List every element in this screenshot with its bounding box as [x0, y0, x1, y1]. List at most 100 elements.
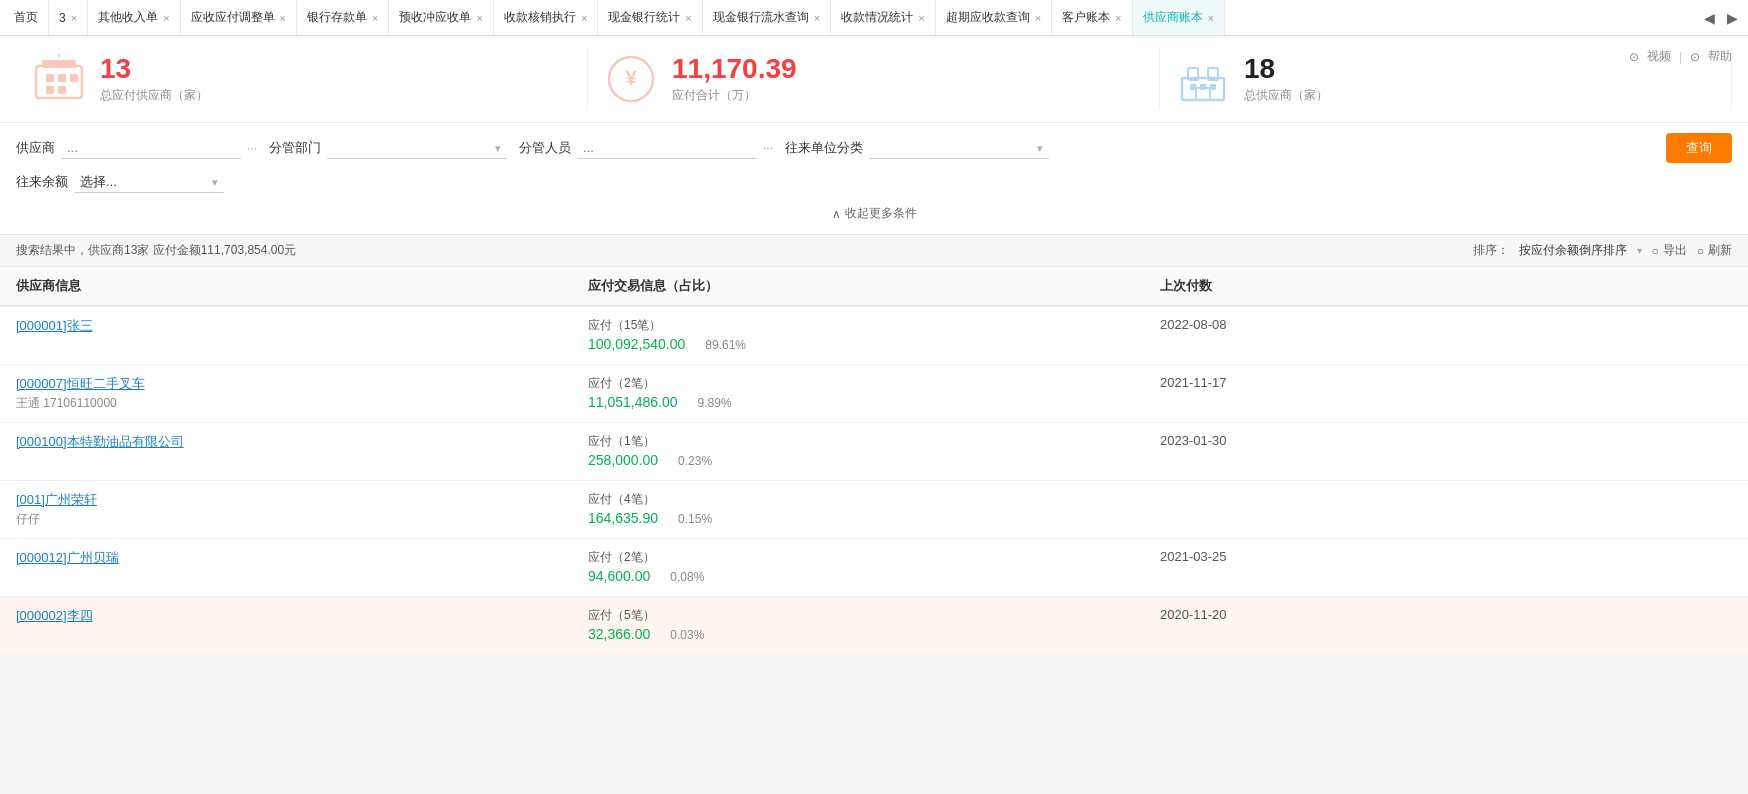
- filter-category: 往来单位分类: [785, 137, 1049, 159]
- svg-rect-2: [46, 74, 54, 82]
- tx-cell-4: 应付（2笔） 94,600.00 0.08%: [588, 549, 1160, 584]
- total-payable-label: 应付合计（万）: [672, 87, 797, 104]
- close-tab-collection-stat[interactable]: ×: [918, 12, 924, 24]
- total-supplier-icon: [1176, 52, 1230, 106]
- help-icon: ⊙: [1690, 50, 1700, 64]
- nav-arrow-right[interactable]: ▶: [1721, 0, 1744, 36]
- tx-amount-2[interactable]: 258,000.00: [588, 452, 658, 468]
- close-tab-bank-deposit[interactable]: ×: [372, 12, 378, 24]
- query-button[interactable]: 查询: [1666, 133, 1732, 163]
- supplier-link-5[interactable]: [000002]李四: [16, 608, 93, 623]
- close-tab-payable-adjust[interactable]: ×: [280, 12, 286, 24]
- filter-balance: 往来余额 选择...: [16, 171, 224, 193]
- nav-tab-supplier-account[interactable]: 供应商账本×: [1133, 0, 1225, 36]
- supplier-link-4[interactable]: [000012]广州贝瑞: [16, 550, 119, 565]
- supplier-cell-4: [000012]广州贝瑞: [16, 549, 588, 567]
- col-tx-info: 应付交易信息（占比）: [588, 277, 1160, 295]
- tx-percent-2: 0.23%: [678, 454, 712, 468]
- supplier-more-icon[interactable]: ···: [247, 141, 257, 155]
- close-tab-other-income[interactable]: ×: [163, 12, 169, 24]
- last-pay-4: 2021-03-25: [1160, 549, 1732, 564]
- col-supplier-info: 供应商信息: [16, 277, 588, 295]
- payable-suppliers-label: 总应付供应商（家）: [100, 87, 208, 104]
- tx-amount-0[interactable]: 100,092,540.00: [588, 336, 685, 352]
- tx-amount-3[interactable]: 164,635.90: [588, 510, 658, 526]
- last-pay-1: 2021-11-17: [1160, 375, 1732, 390]
- video-link[interactable]: 视频: [1647, 48, 1671, 65]
- person-more-icon[interactable]: ···: [763, 141, 773, 155]
- supplier-link-0[interactable]: [000001]张三: [16, 318, 93, 333]
- tx-amount-4[interactable]: 94,600.00: [588, 568, 650, 584]
- supplier-cell-0: [000001]张三: [16, 317, 588, 335]
- close-tab-cash-bank-flow[interactable]: ×: [814, 12, 820, 24]
- close-tab-customer-account[interactable]: ×: [1115, 12, 1121, 24]
- summary-area: ¥ 13 总应付供应商（家） ¥ 11,170.39 应付合计（万）: [0, 36, 1748, 123]
- video-icon: ⊙: [1629, 50, 1639, 64]
- close-tab-collection-exec[interactable]: ×: [581, 12, 587, 24]
- dept-filter-select[interactable]: [327, 137, 507, 159]
- refresh-icon: ○: [1697, 244, 1704, 258]
- supplier-link-2[interactable]: [000100]本特勤油品有限公司: [16, 434, 184, 449]
- tx-percent-4: 0.08%: [670, 570, 704, 584]
- export-icon: ○: [1652, 244, 1659, 258]
- dept-filter-label: 分管部门: [269, 139, 321, 157]
- summary-card-payable-suppliers: ¥ 13 总应付供应商（家）: [16, 48, 588, 110]
- col-last-pay: 上次付数: [1160, 277, 1732, 295]
- svg-text:¥: ¥: [625, 67, 637, 89]
- table-row: [001]广州荣轩仔仔应付（4笔） 164,635.90 0.15%: [0, 481, 1748, 539]
- tx-percent-5: 0.03%: [670, 628, 704, 642]
- nav-arrow-left[interactable]: ◀: [1698, 0, 1721, 36]
- export-btn[interactable]: ○ 导出: [1652, 242, 1687, 259]
- nav-tab-collection-exec[interactable]: 收款核销执行×: [494, 0, 598, 36]
- category-filter-select[interactable]: [869, 137, 1049, 159]
- refresh-btn[interactable]: ○ 刷新: [1697, 242, 1732, 259]
- balance-filter-select[interactable]: 选择...: [74, 171, 224, 193]
- supplier-filter-input[interactable]: [61, 137, 241, 159]
- help-link[interactable]: 帮助: [1708, 48, 1732, 65]
- nav-tab-cash-bank-flow[interactable]: 现金银行流水查询×: [703, 0, 831, 36]
- close-tab-supplier-account[interactable]: ×: [1208, 12, 1214, 24]
- tx-percent-3: 0.15%: [678, 512, 712, 526]
- sort-value[interactable]: 按应付余额倒序排序: [1519, 242, 1627, 259]
- nav-tab-advance-write-off[interactable]: 预收冲应收单×: [389, 0, 493, 36]
- close-tab-advance-write-off[interactable]: ×: [476, 12, 482, 24]
- last-pay-5: 2020-11-20: [1160, 607, 1732, 622]
- tx-amount-1[interactable]: 11,051,486.00: [588, 394, 678, 410]
- supplier-link-3[interactable]: [001]广州荣轩: [16, 492, 97, 507]
- filter-person: 分管人员 ···: [519, 137, 773, 159]
- nav-tab-tab3[interactable]: 3×: [49, 0, 88, 36]
- close-tab-cash-bank-stat[interactable]: ×: [685, 12, 691, 24]
- tx-cell-5: 应付（5笔） 32,366.00 0.03%: [588, 607, 1160, 642]
- dept-select-wrap: [327, 137, 507, 159]
- result-text: 搜索结果中，供应商13家 应付金额111,703,854.00元: [16, 242, 296, 259]
- table-header: 供应商信息 应付交易信息（占比） 上次付数: [0, 267, 1748, 307]
- top-navigation: 首页3×其他收入单×应收应付调整单×银行存款单×预收冲应收单×收款核销执行×现金…: [0, 0, 1748, 36]
- tx-label-5: 应付（5笔）: [588, 607, 1160, 624]
- tx-label-4: 应付（2笔）: [588, 549, 1160, 566]
- refresh-label: 刷新: [1708, 242, 1732, 259]
- tx-amount-5[interactable]: 32,366.00: [588, 626, 650, 642]
- close-tab-tab3[interactable]: ×: [71, 12, 77, 24]
- person-filter-input[interactable]: [577, 137, 757, 159]
- nav-tab-collection-stat[interactable]: 收款情况统计×: [831, 0, 935, 36]
- nav-tab-overdue-query[interactable]: 超期应收款查询×: [936, 0, 1052, 36]
- nav-tab-payable-adjust[interactable]: 应收应付调整单×: [181, 0, 297, 36]
- svg-rect-1: [42, 60, 76, 68]
- nav-tab-home[interactable]: 首页: [4, 0, 49, 36]
- collapse-filter-btn[interactable]: ∧ 收起更多条件: [16, 201, 1732, 230]
- nav-tab-bank-deposit[interactable]: 银行存款单×: [297, 0, 389, 36]
- supplier-link-1[interactable]: [000007]恒旺二手叉车: [16, 376, 145, 391]
- close-tab-overdue-query[interactable]: ×: [1035, 12, 1041, 24]
- total-suppliers-num: 18: [1244, 54, 1328, 85]
- supplier-sub-1: 王通 17106110000: [16, 395, 588, 412]
- nav-tab-cash-bank-stat[interactable]: 现金银行统计×: [598, 0, 702, 36]
- tx-label-2: 应付（1笔）: [588, 433, 1160, 450]
- nav-tab-other-income[interactable]: 其他收入单×: [88, 0, 180, 36]
- balance-filter-label: 往来余额: [16, 173, 68, 191]
- nav-tab-customer-account[interactable]: 客户账本×: [1052, 0, 1132, 36]
- payable-suppliers-text: 13 总应付供应商（家）: [100, 54, 208, 104]
- supplier-sub-3: 仔仔: [16, 511, 588, 528]
- tx-label-3: 应付（4笔）: [588, 491, 1160, 508]
- person-filter-label: 分管人员: [519, 139, 571, 157]
- table-row: [000001]张三应付（15笔）100,092,540.0089.61%202…: [0, 307, 1748, 365]
